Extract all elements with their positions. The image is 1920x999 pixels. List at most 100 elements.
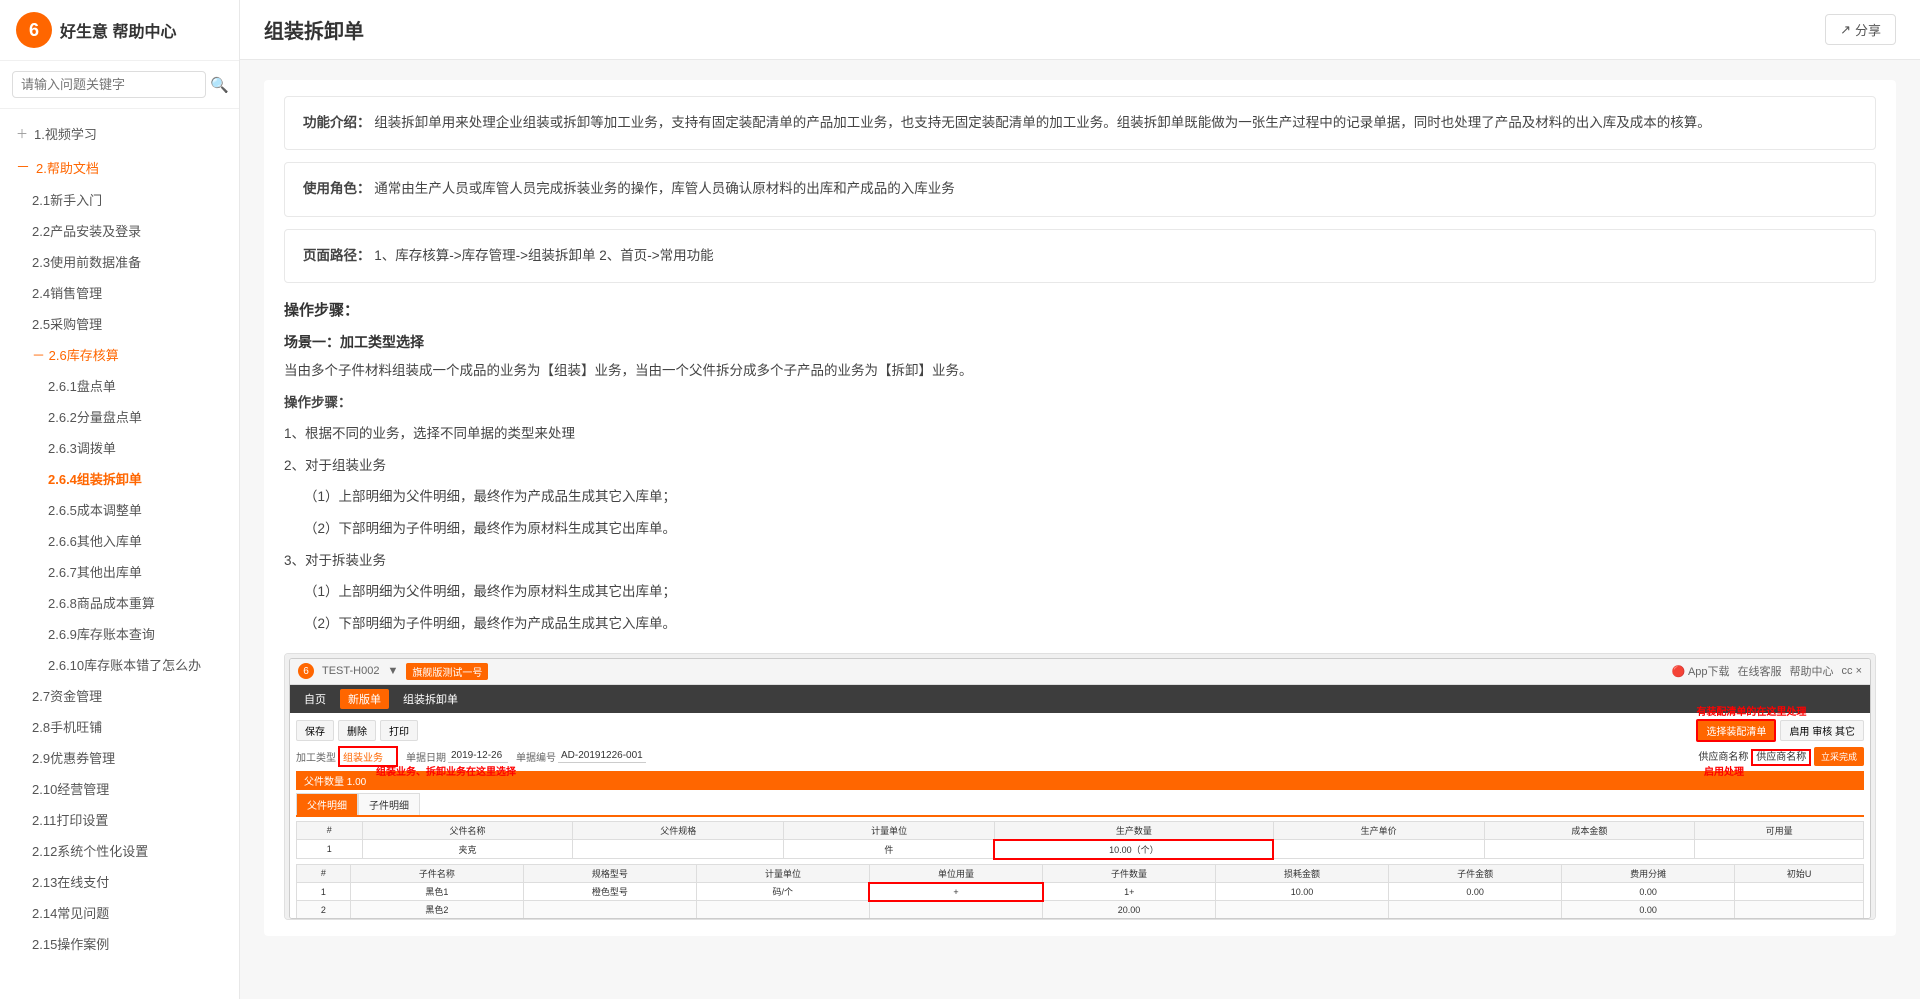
sidebar-item-personalize[interactable]: 2.12系统个性化设置 <box>0 835 239 866</box>
sidebar-item-mobile[interactable]: 2.8手机旺铺 <box>0 711 239 742</box>
page-title: 组装拆卸单 <box>264 15 364 44</box>
step3-2: （2）下部明细为子件明细，最终作为产成品生成其它入库单。 <box>284 611 1876 637</box>
col-unit: 计量单位 <box>784 821 995 840</box>
search-input[interactable] <box>12 71 206 98</box>
sidebar-item-purchase[interactable]: 2.5采购管理 <box>0 308 239 339</box>
app-nav-home[interactable]: 自页 <box>296 689 334 709</box>
sidebar-item-video[interactable]: ＋ 1.视频学习 <box>0 117 239 150</box>
app-confirm-btn[interactable]: 选择装配清单 <box>1696 719 1776 742</box>
app-topbar-right: 🔴 App下载 在线客服 帮助中心 cc × <box>1672 663 1862 679</box>
app-help: 帮助中心 <box>1790 663 1834 679</box>
app-field-supplier-label: 供应商名称 <box>1698 752 1748 763</box>
search-button[interactable]: 🔍 <box>210 76 229 94</box>
app-print-btn[interactable]: 打印 <box>380 720 418 741</box>
search-box: 🔍 <box>0 61 239 109</box>
app-topbar-code: TEST-H002 <box>322 665 379 677</box>
app-fields: 加工类型 组装业务 单据日期 2019-12-26 单据编号 AD-201912… <box>296 746 1864 767</box>
sidebar-item-online-pay[interactable]: 2.13在线支付 <box>0 866 239 897</box>
func-intro-text: 组装拆卸单用来处理企业组装或拆卸等加工业务，支持有固定装配清单的产品加工业务，也… <box>374 115 1711 130</box>
app-field-type-label: 加工类型 <box>296 749 336 764</box>
main: 组装拆卸单 ↗ 分享 功能介绍： 组装拆卸单用来处理企业组装或拆卸等加工业务，支… <box>240 0 1920 999</box>
sidebar-item-other-out[interactable]: 2.6.7其他出库单 <box>0 556 239 587</box>
sidebar-item-newbie[interactable]: 2.1新手入门 <box>0 184 239 215</box>
sub-col-alloc: 费用分摊 <box>1562 864 1735 883</box>
col-parent-name: 父件名称 <box>362 821 573 840</box>
sidebar-item-cases[interactable]: 2.15操作案例 <box>0 928 239 959</box>
main-content: 功能介绍： 组装拆卸单用来处理企业组装或拆卸等加工业务，支持有固定装配清单的产品… <box>240 60 1920 999</box>
app-field-supplier-val[interactable]: 供应商名称 <box>1751 749 1811 766</box>
sidebar-item-faq[interactable]: 2.14常见问题 <box>0 897 239 928</box>
app-save-btn[interactable]: 保存 <box>296 720 334 741</box>
sub-col-child-amt: 子件金额 <box>1389 864 1562 883</box>
app-nav: 自页 新版单 组装拆卸单 <box>290 685 1870 713</box>
app-nav-new[interactable]: 新版单 <box>340 689 389 709</box>
step2: 2、对于组装业务 <box>284 453 1876 479</box>
share-button[interactable]: ↗ 分享 <box>1825 14 1896 45</box>
app-topbar-version: ▼ <box>387 665 398 677</box>
sub-col-initial: 初始U <box>1735 864 1864 883</box>
sub-col-num: # <box>297 864 351 883</box>
sidebar-item-operation[interactable]: 2.10经营管理 <box>0 773 239 804</box>
share-icon: ↗ <box>1840 22 1851 38</box>
app-field-code: 单据编号 AD-20191226-001 <box>516 749 646 764</box>
anno-label-2: 组装业务、拆卸业务在这里选择 <box>376 763 516 778</box>
app-confirm2-btn[interactable]: 立采完成 <box>1814 747 1864 766</box>
app-parent-table: # 父件名称 父件规格 计量单位 生产数量 生产单价 成本金额 可用量 <box>296 821 1864 860</box>
col-available: 可用量 <box>1695 821 1864 840</box>
app-topbar: 6 TEST-H002 ▼ 旗舰版测试一号 🔴 App下载 在线客服 帮助中心 … <box>290 659 1870 685</box>
app-orange-bar: 父件数量 1.00 <box>296 771 1864 790</box>
app-enable-btn[interactable]: 启用 审核 其它 <box>1780 720 1864 741</box>
app-content-area: 保存 删除 打印 选择装配清单 有装配清单的在这里处理 启用 审核 其它 <box>290 713 1870 919</box>
app-delete-btn[interactable]: 删除 <box>338 720 376 741</box>
ops-steps-title: 操作步骤： <box>284 299 1876 320</box>
logo-icon: 6 <box>16 12 52 48</box>
role-block: 使用角色： 通常由生产人员或库管人员完成拆装业务的操作，库管人员确认原材料的出库… <box>284 162 1876 216</box>
path-block: 页面路径： 1、库存核算->库存管理->组装拆卸单 2、首页->常用功能 <box>284 229 1876 283</box>
sidebar-item-partial-stocktake[interactable]: 2.6.2分量盘点单 <box>0 401 239 432</box>
col-amount: 成本金额 <box>1484 821 1695 840</box>
step2-1: （1）上部明细为父件明细，最终作为产成品生成其它入库单； <box>284 484 1876 510</box>
app-toolbar: 保存 删除 打印 选择装配清单 有装配清单的在这里处理 启用 审核 其它 <box>296 719 1864 742</box>
app-tab-child[interactable]: 子件明细 <box>358 793 420 815</box>
app-topbar-new: 旗舰版测试一号 <box>406 663 488 680</box>
app-field-date-val[interactable]: 2019-12-26 <box>448 749 508 763</box>
sidebar-item-install[interactable]: 2.2产品安装及登录 <box>0 215 239 246</box>
sidebar-item-other-in[interactable]: 2.6.6其他入库单 <box>0 525 239 556</box>
app-child-table: # 子件名称 规格型号 计量单位 单位用量 子件数量 损耗金额 子件金额 <box>296 864 1864 919</box>
screenshot-container: 6 TEST-H002 ▼ 旗舰版测试一号 🔴 App下载 在线客服 帮助中心 … <box>284 653 1876 920</box>
nav-list: ＋ 1.视频学习 － 2.帮助文档 2.1新手入门 2.2产品安装及登录 2.3… <box>0 109 239 967</box>
step3-1: （1）上部明细为父件明细，最终作为原材料生成其它出库单； <box>284 579 1876 605</box>
logo-title: 好生意 帮助中心 <box>60 18 176 42</box>
sidebar-item-inventory[interactable]: － 2.6库存核算 <box>0 339 239 370</box>
anno-label-3: 启用处理 <box>1704 763 1744 778</box>
sidebar-item-print[interactable]: 2.11打印设置 <box>0 804 239 835</box>
sidebar-item-sales[interactable]: 2.4销售管理 <box>0 277 239 308</box>
sub-col-loss: 损耗金额 <box>1216 864 1389 883</box>
app-tabs: 父件明细 子件明细 <box>296 793 1864 817</box>
anno-container-2: 父件数量 1.00 组装业务、拆卸业务在这里选择 启用处理 <box>296 771 1864 790</box>
app-field-date-label: 单据日期 <box>406 749 446 764</box>
sidebar-item-ledger-fix[interactable]: 2.6.10库存账本错了怎么办 <box>0 649 239 680</box>
sub-table-row-2: 2 黑色2 20.00 0.00 <box>297 901 1864 919</box>
sidebar-item-stocktake[interactable]: 2.6.1盘点单 <box>0 370 239 401</box>
sub-col-unit-qty: 单位用量 <box>869 864 1042 883</box>
app-field-code-val[interactable]: AD-20191226-001 <box>558 749 646 763</box>
path-text: 1、库存核算->库存管理->组装拆卸单 2、首页->常用功能 <box>374 248 713 263</box>
sidebar-item-funds[interactable]: 2.7资金管理 <box>0 680 239 711</box>
app-tab-parent[interactable]: 父件明细 <box>296 793 358 815</box>
sidebar-item-coupon[interactable]: 2.9优惠券管理 <box>0 742 239 773</box>
role-text: 通常由生产人员或库管人员完成拆装业务的操作，库管人员确认原材料的出库和产成品的入… <box>374 181 955 196</box>
step3: 3、对于拆装业务 <box>284 548 1876 574</box>
sidebar-item-transfer[interactable]: 2.6.3调拨单 <box>0 432 239 463</box>
sidebar-item-docs[interactable]: － 2.帮助文档 <box>0 150 239 184</box>
sidebar-item-cost-adjust[interactable]: 2.6.5成本调整单 <box>0 494 239 525</box>
col-parent-spec: 父件规格 <box>573 821 784 840</box>
sub-col-spec: 规格型号 <box>523 864 696 883</box>
sidebar-item-cost-recalc[interactable]: 2.6.8商品成本重算 <box>0 587 239 618</box>
sidebar-item-assembly[interactable]: 2.6.4组装拆卸单 <box>0 463 239 494</box>
sidebar-item-ledger-query[interactable]: 2.6.9库存账本查询 <box>0 618 239 649</box>
func-intro-label: 功能介绍： <box>303 115 371 130</box>
sidebar-item-data-prep[interactable]: 2.3使用前数据准备 <box>0 246 239 277</box>
app-nav-assembly[interactable]: 组装拆卸单 <box>395 689 466 709</box>
path-label: 页面路径： <box>303 248 371 263</box>
